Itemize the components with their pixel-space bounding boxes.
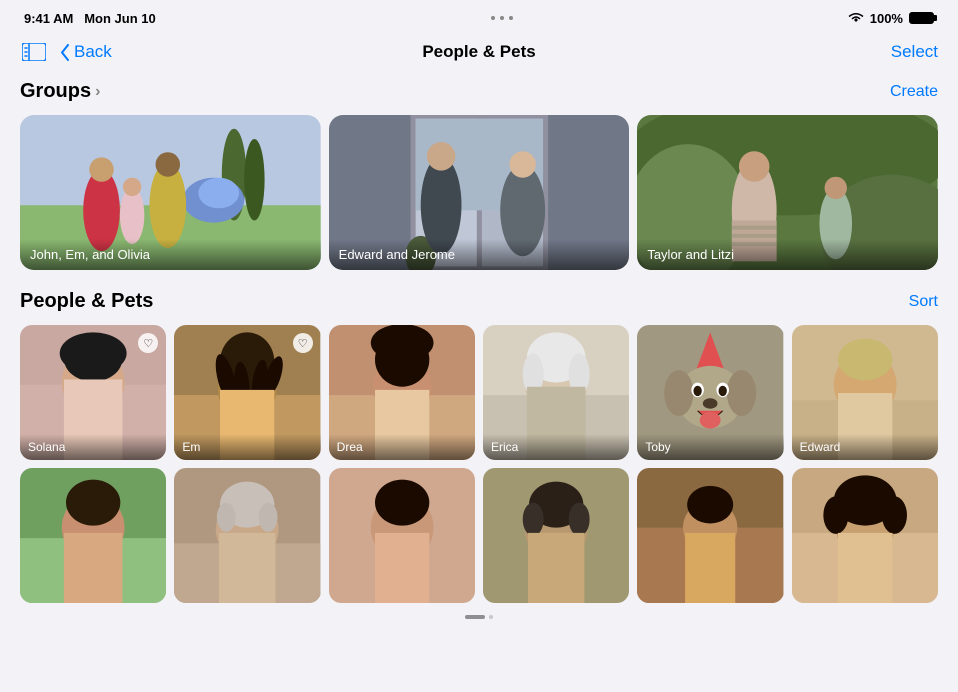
status-right: 100%: [848, 11, 934, 26]
person-label-em: Em: [174, 434, 320, 460]
groups-title-row[interactable]: Groups ›: [20, 80, 100, 103]
person-label-solana: Solana: [20, 434, 166, 460]
status-time: 9:41 AM Mon Jun 10: [24, 11, 156, 26]
page-indicator: [20, 615, 938, 619]
status-date-text: Mon Jun 10: [84, 11, 156, 26]
groups-section-header: Groups › Create: [20, 80, 938, 103]
person-card-drea[interactable]: Drea: [329, 325, 475, 460]
person-card-toby[interactable]: Toby: [637, 325, 783, 460]
groups-title: Groups: [20, 80, 91, 103]
battery-icon: [909, 12, 934, 24]
person-card-solana[interactable]: ♡ Solana: [20, 325, 166, 460]
select-button[interactable]: Select: [891, 42, 938, 62]
status-time-text: 9:41 AM: [24, 11, 73, 26]
group-1-label: John, Em, and Olivia: [20, 239, 321, 270]
nav-left: Back: [20, 41, 112, 63]
sidebar-icon: [22, 43, 46, 61]
people-grid-row2: [20, 468, 938, 603]
heart-icon-em: ♡: [293, 333, 313, 353]
person-card-r2c5[interactable]: [637, 468, 783, 603]
person-card-r2c2[interactable]: [174, 468, 320, 603]
page-dot-1: [465, 615, 485, 619]
people-grid-row1: ♡ Solana ♡ Em: [20, 325, 938, 460]
battery-percent: 100%: [870, 11, 903, 26]
person-card-r2c3[interactable]: [329, 468, 475, 603]
back-label: Back: [74, 42, 112, 62]
person-label-erica: Erica: [483, 434, 629, 460]
status-dot-2: [500, 16, 504, 20]
people-title: People & Pets: [20, 290, 153, 313]
person-label-toby: Toby: [637, 434, 783, 460]
people-section-header: People & Pets Sort: [20, 290, 938, 313]
status-center: [491, 16, 513, 20]
person-card-r2c4[interactable]: [483, 468, 629, 603]
back-button[interactable]: Back: [60, 42, 112, 62]
sidebar-toggle-button[interactable]: [20, 41, 48, 63]
status-dot-3: [509, 16, 513, 20]
groups-chevron-icon: ›: [95, 83, 100, 101]
group-3-label: Taylor and Litzi: [637, 239, 938, 270]
status-bar: 9:41 AM Mon Jun 10 100%: [0, 0, 958, 32]
group-card-1[interactable]: John, Em, and Olivia: [20, 115, 321, 270]
page-dot-2: [489, 615, 493, 619]
sort-button[interactable]: Sort: [909, 293, 938, 311]
person-card-em[interactable]: ♡ Em: [174, 325, 320, 460]
person-card-r2c6[interactable]: [792, 468, 938, 603]
nav-title: People & Pets: [422, 42, 535, 62]
group-card-3[interactable]: Taylor and Litzi: [637, 115, 938, 270]
chevron-left-icon: [60, 44, 70, 61]
person-card-erica[interactable]: Erica: [483, 325, 629, 460]
group-card-2[interactable]: Edward and Jerome: [329, 115, 630, 270]
person-card-r2c1[interactable]: [20, 468, 166, 603]
groups-grid: John, Em, and Olivia: [20, 115, 938, 270]
person-label-drea: Drea: [329, 434, 475, 460]
wifi-icon: [848, 12, 864, 24]
device-frame: 9:41 AM Mon Jun 10 100%: [0, 0, 958, 692]
content-area: Groups › Create: [0, 76, 958, 619]
create-button[interactable]: Create: [890, 83, 938, 101]
nav-bar: Back People & Pets Select: [0, 32, 958, 76]
group-2-label: Edward and Jerome: [329, 239, 630, 270]
status-dot-1: [491, 16, 495, 20]
person-card-edward[interactable]: Edward: [792, 325, 938, 460]
person-label-edward: Edward: [792, 434, 938, 460]
